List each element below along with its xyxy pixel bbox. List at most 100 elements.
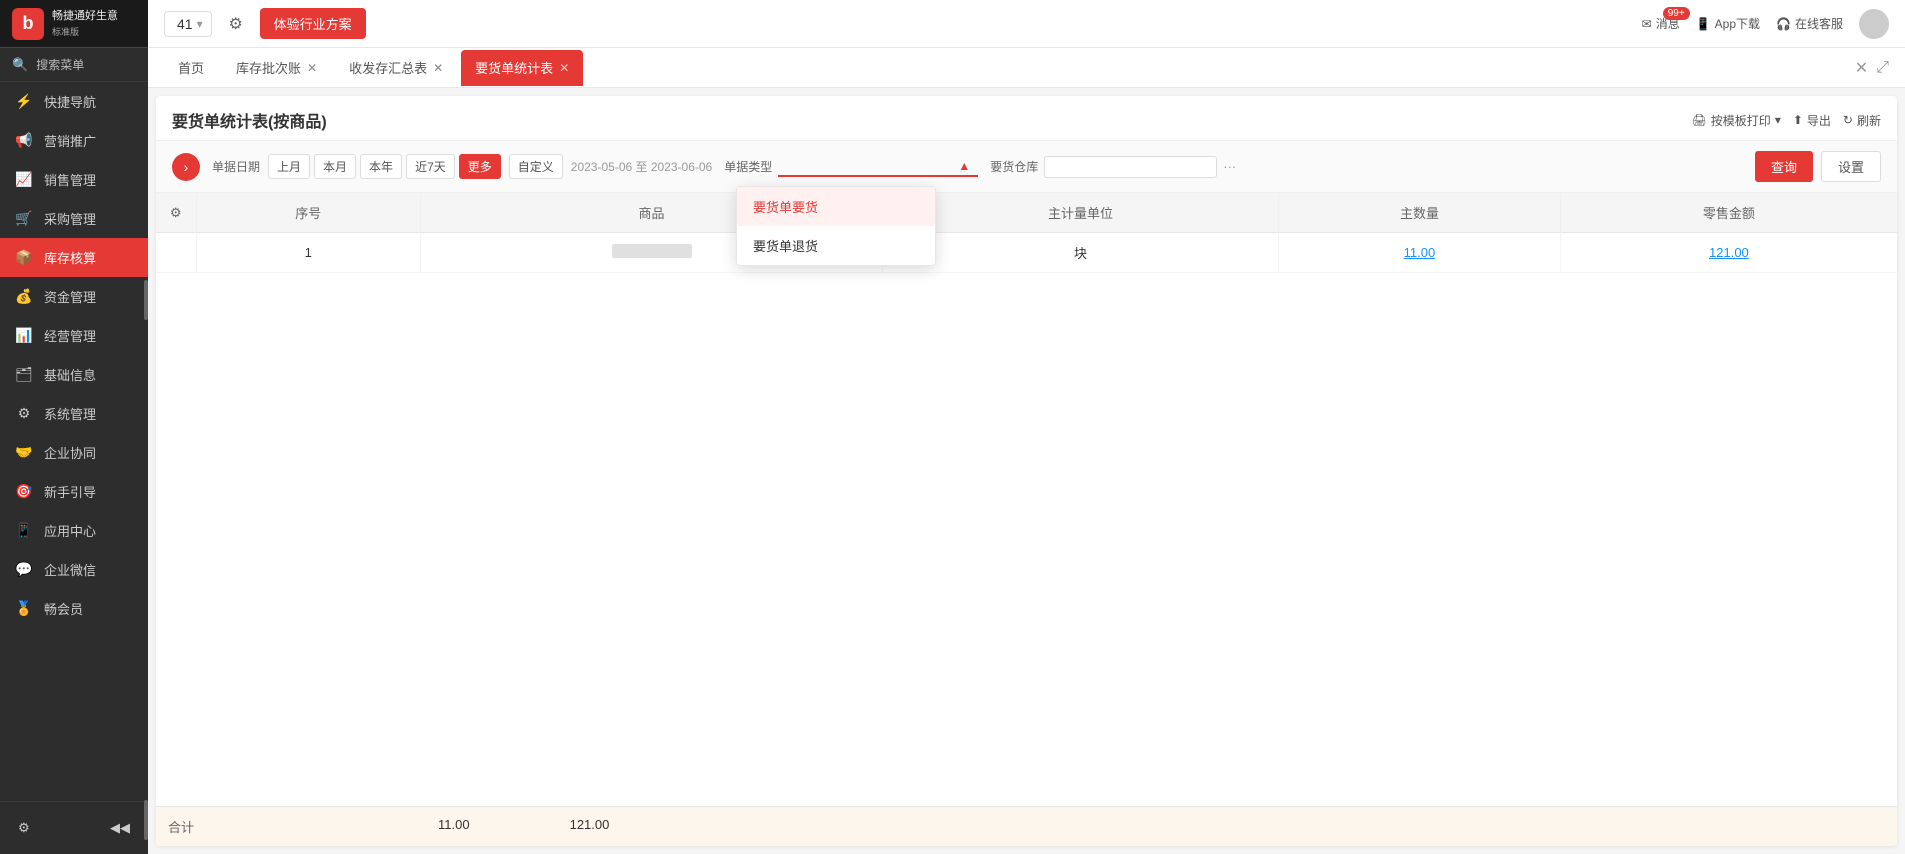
app-download-btn[interactable]: 📱 App下载 — [1696, 15, 1760, 32]
marketing-icon: 📢 — [14, 132, 34, 149]
th-quantity: 主数量 — [1279, 193, 1561, 233]
date-custom-btn[interactable]: 自定义 — [509, 154, 563, 179]
sidebar-item-system[interactable]: ⚙ 系统管理 — [0, 394, 148, 433]
warehouse-more-icon[interactable]: ··· — [1223, 159, 1236, 174]
apps-icon: 📱 — [14, 522, 34, 539]
query-btn[interactable]: 查询 — [1755, 151, 1813, 182]
tab-recv-summary-close[interactable]: ✕ — [433, 61, 443, 75]
tab-batch-stock[interactable]: 库存批次账 ✕ — [222, 50, 331, 86]
filter-settings-btn[interactable]: 设置 — [1821, 151, 1881, 182]
date-last-7days-btn[interactable]: 近7天 — [406, 154, 455, 179]
date-filter-label: 单据日期 — [212, 158, 260, 175]
sidebar-item-base[interactable]: 🗂 基础信息 — [0, 355, 148, 394]
warehouse-input[interactable] — [1044, 156, 1217, 178]
sidebar-item-guide[interactable]: 🎯 新手引导 — [0, 472, 148, 511]
th-settings[interactable]: ⚙ — [156, 193, 196, 233]
sidebar-item-label: 畅会员 — [44, 599, 83, 618]
company-selector[interactable]: 41 ▾ — [164, 11, 212, 37]
sidebar-item-label: 销售管理 — [44, 170, 96, 189]
date-this-month-btn[interactable]: 本月 — [314, 154, 356, 179]
quantity-link[interactable]: 11.00 — [1404, 245, 1436, 260]
sidebar-item-label: 系统管理 — [44, 404, 96, 423]
export-label: 导出 — [1807, 112, 1831, 129]
page-header: 要货单统计表(按商品) 🖨 按模板打印 ▾ ⬆ 导出 ↻ 刷新 — [156, 96, 1897, 141]
table-container: ⚙ 序号 商品 主计量单位 主数量 零售金额 1 — [156, 193, 1897, 806]
settings-icon: ⚙ — [18, 820, 30, 836]
expand-tabs-btn[interactable]: ⤢ — [1876, 59, 1889, 77]
sidebar-item-label: 基础信息 — [44, 365, 96, 384]
date-last-month-btn[interactable]: 上月 — [268, 154, 310, 179]
type-select[interactable]: ▲ — [778, 157, 978, 177]
type-input[interactable] — [786, 159, 958, 173]
print-chevron-icon: ▾ — [1775, 113, 1781, 127]
sidebar-search-label: 搜索菜单 — [36, 56, 84, 73]
type-filter-group: 单据类型 ▲ — [724, 157, 978, 177]
tabs-bar-right: ✕ ⤢ — [1855, 58, 1889, 78]
business-icon: 📊 — [14, 327, 34, 344]
filter-expand-btn[interactable]: › — [172, 153, 200, 181]
dropdown-item-order-goods[interactable]: 要货单要货 — [737, 187, 935, 226]
trial-btn[interactable]: 体验行业方案 — [260, 8, 366, 39]
sidebar-item-member[interactable]: 🏅 畅会员 — [0, 589, 148, 628]
tab-order-stats-close[interactable]: ✕ — [559, 61, 569, 75]
td-amount[interactable]: 121.00 — [1560, 233, 1897, 273]
sidebar-nav: ⚡ 快捷导航 📢 营销推广 📈 销售管理 🛒 采购管理 📦 库存核算 💰 资金管… — [0, 82, 148, 801]
guide-icon: 🎯 — [14, 483, 34, 500]
sidebar-item-inventory[interactable]: 📦 库存核算 — [0, 238, 148, 277]
td-unit: 块 — [883, 233, 1279, 273]
system-icon: ⚙ — [14, 405, 34, 422]
sidebar-item-wechat[interactable]: 💬 企业微信 — [0, 550, 148, 589]
close-all-tabs-btn[interactable]: ✕ — [1855, 58, 1868, 78]
tab-order-stats[interactable]: 要货单统计表 ✕ — [461, 50, 583, 86]
header-gear-btn[interactable]: ⚙ — [222, 10, 250, 38]
expand-icon: › — [184, 159, 189, 175]
user-avatar[interactable] — [1859, 9, 1889, 39]
filter-actions: 查询 设置 — [1755, 151, 1881, 182]
message-icon: ✉ — [1642, 17, 1652, 31]
messages-badge: 99+ — [1663, 7, 1690, 20]
sidebar-bottom: ⚙ ◀◀ — [0, 801, 148, 854]
refresh-btn[interactable]: ↻ 刷新 — [1843, 112, 1881, 129]
sidebar-collapse-btn[interactable]: ◀◀ — [106, 816, 134, 840]
sidebar-item-marketing[interactable]: 📢 营销推广 — [0, 121, 148, 160]
print-label: 按模板打印 — [1711, 112, 1771, 129]
app-version: 标准版 — [52, 25, 118, 38]
print-icon: 🖨 — [1692, 113, 1707, 127]
page-title: 要货单统计表(按商品) — [172, 108, 327, 132]
headset-icon: 🎧 — [1776, 17, 1791, 31]
sidebar-settings-btn[interactable]: ⚙ — [14, 816, 34, 840]
data-table: ⚙ 序号 商品 主计量单位 主数量 零售金额 1 — [156, 193, 1897, 273]
td-quantity[interactable]: 11.00 — [1279, 233, 1561, 273]
date-more-btn[interactable]: 更多 — [459, 154, 501, 179]
refresh-icon: ↻ — [1843, 113, 1853, 127]
date-this-year-btn[interactable]: 本年 — [360, 154, 402, 179]
corp-icon: 🤝 — [14, 444, 34, 461]
sidebar-item-quick-nav[interactable]: ⚡ 快捷导航 — [0, 82, 148, 121]
tab-batch-stock-close[interactable]: ✕ — [307, 61, 317, 75]
messages-btn[interactable]: ✉ 消息 99+ — [1642, 15, 1680, 32]
sidebar-item-label: 资金管理 — [44, 287, 96, 306]
main-area: 41 ▾ ⚙ 体验行业方案 ✉ 消息 99+ 📱 App下载 🎧 在线客服 — [148, 0, 1905, 854]
dropdown-item-order-return[interactable]: 要货单退货 — [737, 226, 935, 265]
tab-home[interactable]: 首页 — [164, 50, 218, 86]
sidebar-item-apps[interactable]: 📱 应用中心 — [0, 511, 148, 550]
sidebar-item-purchase[interactable]: 🛒 采购管理 — [0, 199, 148, 238]
th-amount: 零售金额 — [1560, 193, 1897, 233]
th-unit: 主计量单位 — [883, 193, 1279, 233]
sidebar-item-finance[interactable]: 💰 资金管理 — [0, 277, 148, 316]
header-left: 41 ▾ ⚙ 体验行业方案 — [164, 8, 1642, 39]
export-btn[interactable]: ⬆ 导出 — [1793, 112, 1831, 129]
tab-recv-summary[interactable]: 收发存汇总表 ✕ — [335, 50, 457, 86]
sidebar-item-corp[interactable]: 🤝 企业协同 — [0, 433, 148, 472]
sidebar-item-sales[interactable]: 📈 销售管理 — [0, 160, 148, 199]
sidebar-item-business[interactable]: 📊 经营管理 — [0, 316, 148, 355]
sidebar-item-label: 库存核算 — [44, 248, 96, 267]
print-btn[interactable]: 🖨 按模板打印 ▾ — [1692, 112, 1781, 129]
type-filter-label: 单据类型 — [724, 158, 772, 175]
sidebar-search[interactable]: 🔍 搜索菜单 — [0, 48, 148, 82]
sidebar-item-label: 企业微信 — [44, 560, 96, 579]
base-icon: 🗂 — [14, 366, 34, 383]
date-range-text: 2023-05-06 至 2023-06-06 — [571, 158, 712, 175]
amount-link[interactable]: 121.00 — [1709, 245, 1749, 260]
online-service-btn[interactable]: 🎧 在线客服 — [1776, 15, 1843, 32]
